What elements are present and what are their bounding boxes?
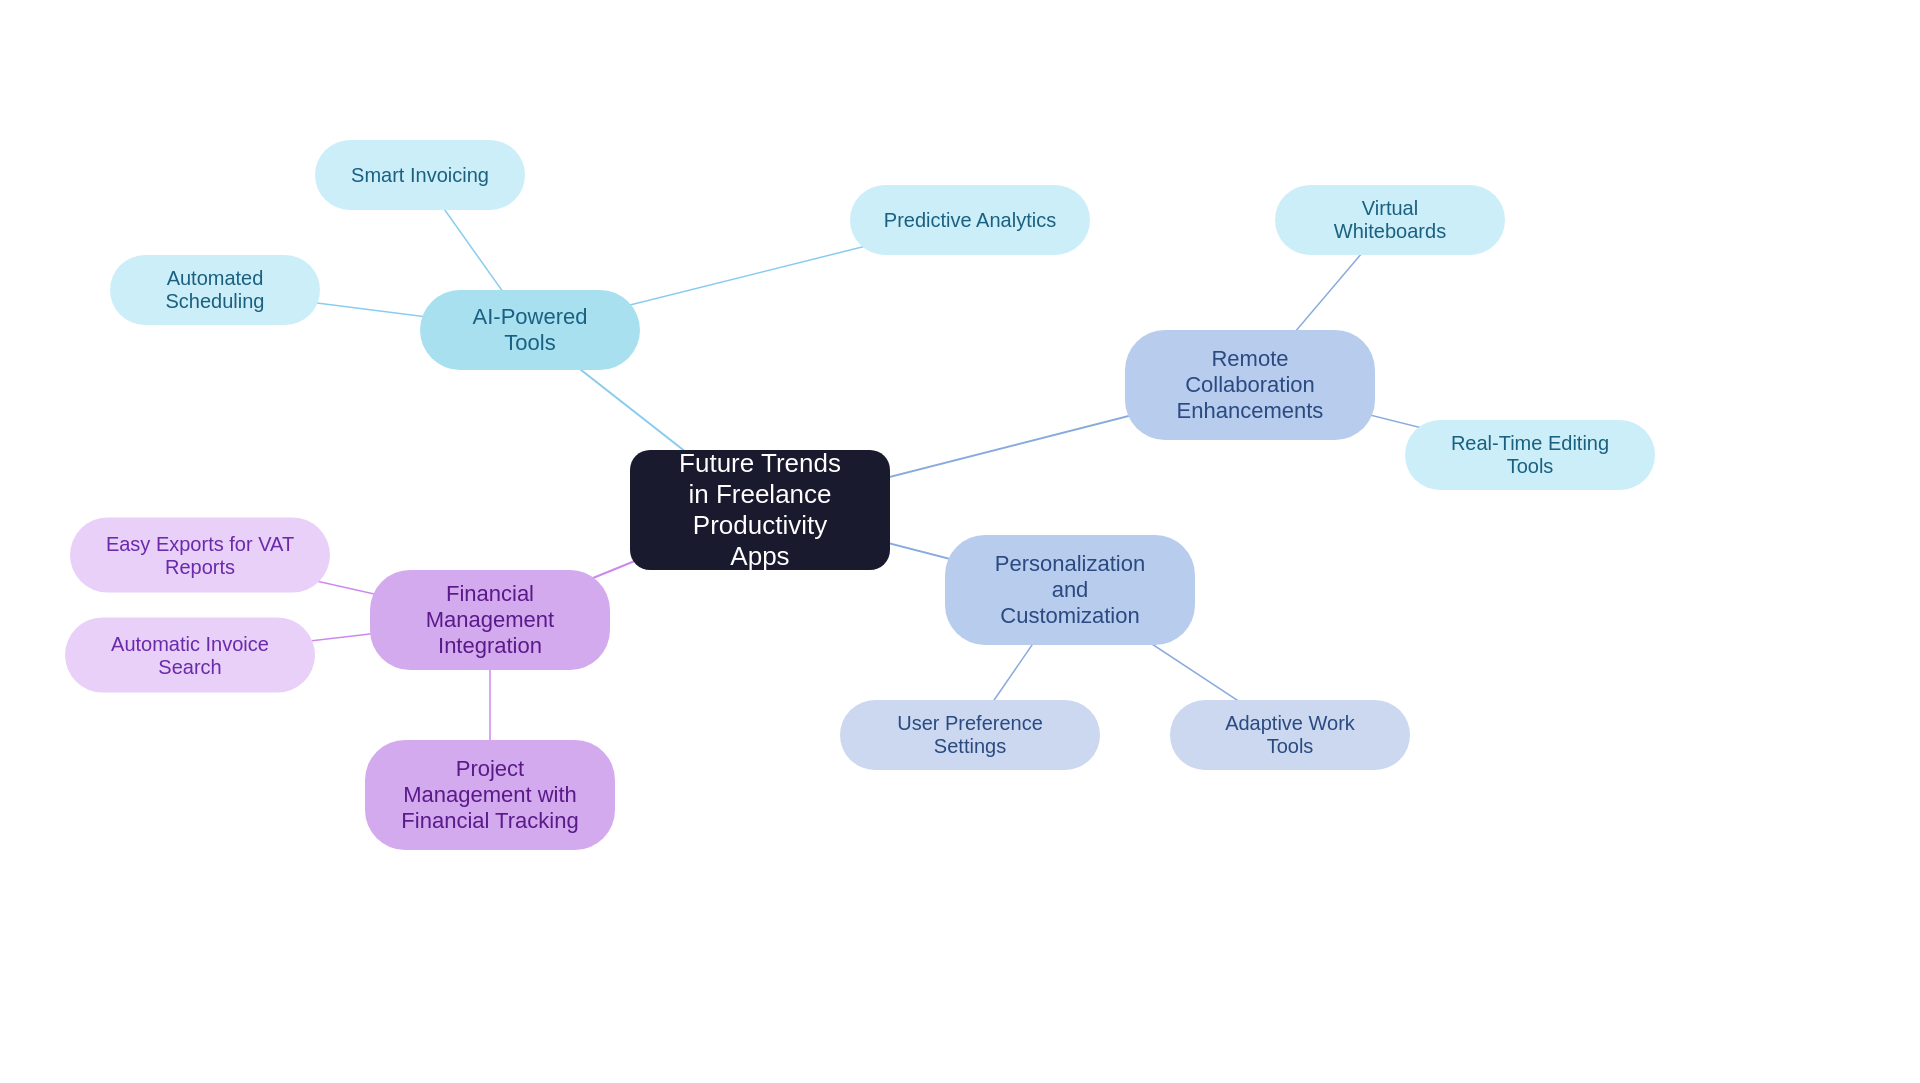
center-node[interactable]: Future Trends in Freelance Productivity … xyxy=(630,450,890,570)
adaptive-work-node[interactable]: Adaptive Work Tools xyxy=(1170,700,1410,770)
ai-powered-node[interactable]: AI-Powered Tools xyxy=(420,290,640,370)
virtual-whiteboards-node[interactable]: Virtual Whiteboards xyxy=(1275,185,1505,255)
smart-invoicing-node[interactable]: Smart Invoicing xyxy=(315,140,525,210)
mind-map: Future Trends in Freelance Productivity … xyxy=(0,0,1920,1083)
personalization-node[interactable]: Personalization and Customization xyxy=(945,535,1195,645)
financial-management-node[interactable]: Financial Management Integration xyxy=(370,570,610,670)
easy-exports-node[interactable]: Easy Exports for VAT Reports xyxy=(70,518,330,593)
remote-collaboration-node[interactable]: Remote Collaboration Enhancements xyxy=(1125,330,1375,440)
predictive-analytics-node[interactable]: Predictive Analytics xyxy=(850,185,1090,255)
automatic-invoice-node[interactable]: Automatic Invoice Search xyxy=(65,618,315,693)
project-management-node[interactable]: Project Management with Financial Tracki… xyxy=(365,740,615,850)
user-preference-node[interactable]: User Preference Settings xyxy=(840,700,1100,770)
automated-scheduling-node[interactable]: Automated Scheduling xyxy=(110,255,320,325)
realtime-editing-node[interactable]: Real-Time Editing Tools xyxy=(1405,420,1655,490)
